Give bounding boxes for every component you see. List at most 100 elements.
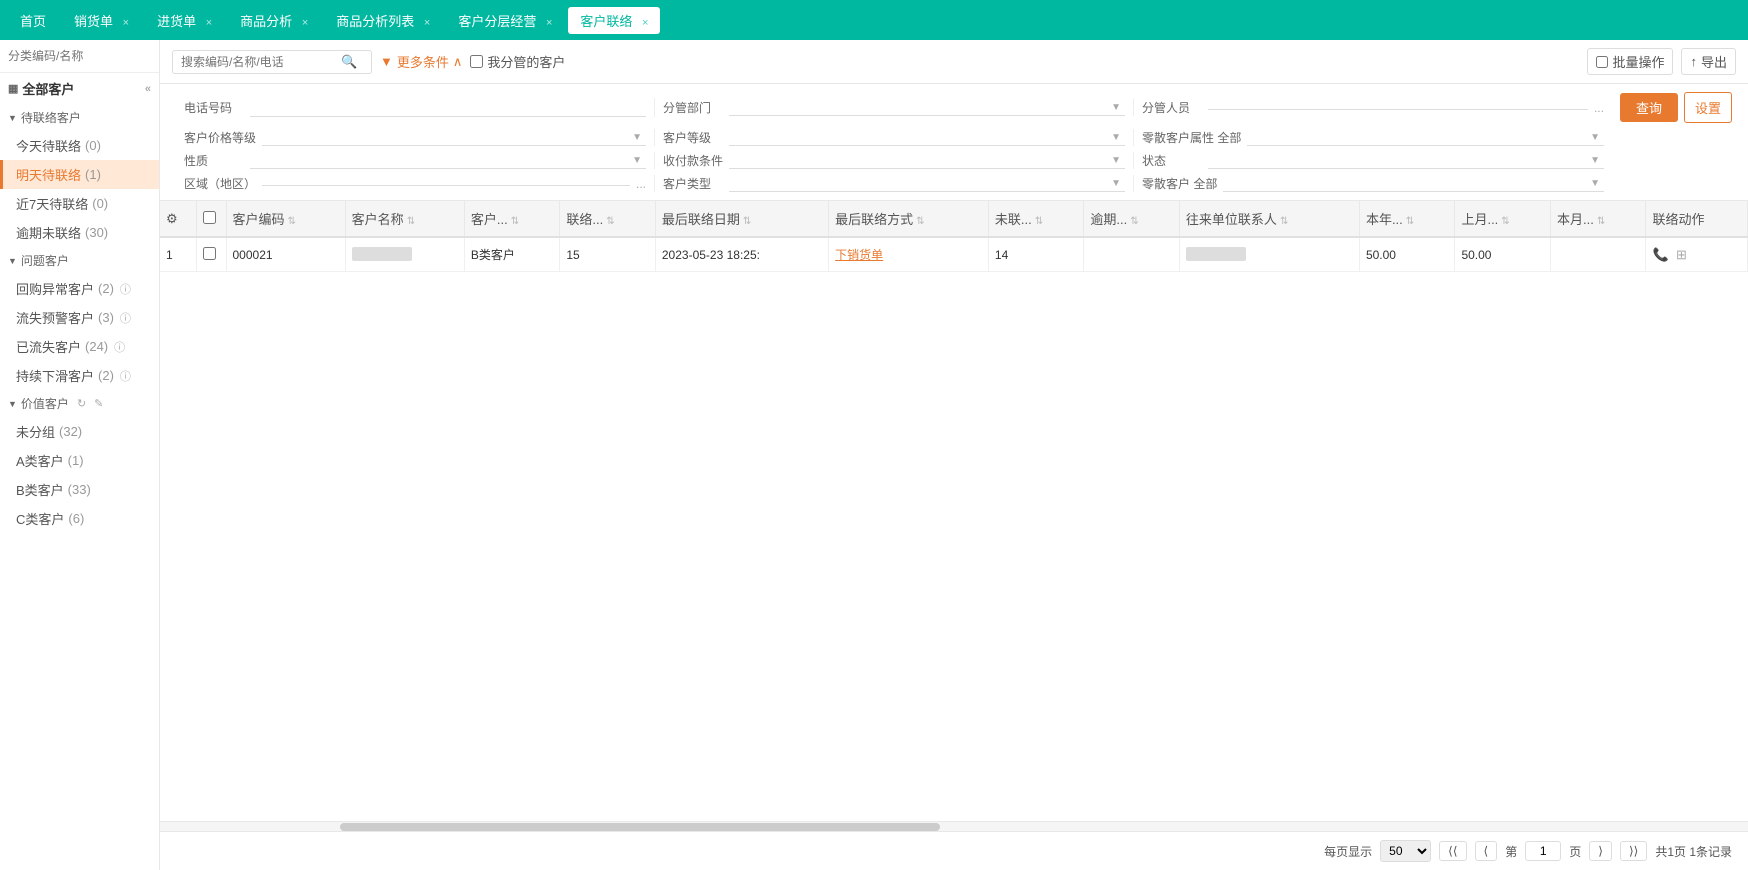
dept-dropdown[interactable]: ▼ <box>729 100 1125 116</box>
nav-purchase[interactable]: 进货单 × <box>145 7 224 34</box>
query-button[interactable]: 查询 <box>1620 93 1678 122</box>
sidebar-item-ungrouped[interactable]: 未分组(32) <box>0 417 159 446</box>
nav-customer-tier-close[interactable]: × <box>546 17 552 29</box>
nav-analysis[interactable]: 商品分析 × <box>228 7 320 34</box>
top-navigation: 首页 销货单 × 进货单 × 商品分析 × 商品分析列表 × 客户分层经营 × … <box>0 0 1748 40</box>
th-last-contact-method: 最后联络方式⇅ <box>829 201 989 237</box>
customer-table: ⚙ 客户编码⇅ 客户名称⇅ 客户...⇅ <box>160 201 1748 272</box>
filter-cell-nature: 性质 ▼ <box>176 152 655 169</box>
manager-dots[interactable]: ... <box>1594 101 1604 115</box>
last-page-button[interactable]: ⟩⟩ <box>1620 841 1647 861</box>
action-phone-icon[interactable]: 📞 <box>1652 247 1668 262</box>
sidebar-all-customers[interactable]: ▦ 全部客户 « <box>0 73 159 104</box>
horizontal-scrollbar[interactable] <box>160 821 1748 831</box>
batch-ops-button[interactable]: 批量操作 <box>1587 48 1673 75</box>
sidebar-item-week[interactable]: 近7天待联络(0) <box>0 189 159 218</box>
retail-dropdown[interactable]: ▼ <box>1223 176 1604 192</box>
first-page-button[interactable]: ⟨⟨ <box>1439 841 1466 861</box>
filter-cell-dept: 分管部门 ▼ <box>655 99 1134 116</box>
nav-customer-contact[interactable]: 客户联络 × <box>568 7 660 34</box>
sidebar-item-class-a[interactable]: A类客户(1) <box>0 446 159 475</box>
settings-gear-icon[interactable]: ⚙ <box>166 211 178 226</box>
batch-checkbox[interactable] <box>1596 56 1608 68</box>
nature-dropdown[interactable]: ▼ <box>250 153 646 169</box>
refresh-icon[interactable]: ↻ <box>77 397 86 410</box>
customer-type-dropdown[interactable]: ▼ <box>729 176 1125 192</box>
sidebar-group-pending[interactable]: 待联络客户 <box>0 104 159 131</box>
sidebar-item-lost[interactable]: 已流失客户(24) ⓘ <box>0 332 159 361</box>
info-icon3: ⓘ <box>114 339 125 355</box>
select-all-checkbox[interactable] <box>203 211 216 224</box>
scrollbar-thumb[interactable] <box>340 823 940 831</box>
sidebar-item-class-c[interactable]: C类客户(6) <box>0 504 159 533</box>
sidebar-item-loss-warning[interactable]: 流失预警客户(3) ⓘ <box>0 303 159 332</box>
th-name: 客户名称⇅ <box>345 201 464 237</box>
method-sort-icon: ⇅ <box>916 216 924 227</box>
my-customers-check[interactable] <box>470 55 483 68</box>
export-button[interactable]: ↑ 导出 <box>1681 48 1736 75</box>
search-bar-right: 批量操作 ↑ 导出 <box>1587 48 1736 75</box>
sidebar-item-class-b[interactable]: B类客户(33) <box>0 475 159 504</box>
cell-type: B类客户 <box>464 237 560 272</box>
payment-label: 收付款条件 <box>663 152 723 169</box>
status-arrow: ▼ <box>1590 155 1600 166</box>
nav-sales[interactable]: 销货单 × <box>62 7 141 34</box>
price-grade-dropdown[interactable]: ▼ <box>262 130 646 146</box>
search-button-icon[interactable]: 🔍 <box>341 54 357 70</box>
action-qr-icon[interactable]: ⊞ <box>1676 247 1687 262</box>
sidebar-group-problem[interactable]: 问题客户 <box>0 247 159 274</box>
sidebar-item-overdue[interactable]: 逾期未联络(30) <box>0 218 159 247</box>
dept-label: 分管部门 <box>663 99 723 116</box>
nav-analysis-list[interactable]: 商品分析列表 × <box>324 7 442 34</box>
retail-attr-dropdown[interactable]: ▼ <box>1247 130 1604 146</box>
companycontact-sort-icon: ⇅ <box>1280 216 1288 227</box>
price-grade-label: 客户价格等级 <box>184 129 256 146</box>
nav-purchase-close[interactable]: × <box>206 17 212 29</box>
cell-overdue <box>1084 237 1180 272</box>
sidebar-item-declining[interactable]: 持续下滑客户(2) ⓘ <box>0 361 159 390</box>
sidebar-search-input[interactable] <box>8 49 160 63</box>
sidebar-group-value[interactable]: 价值客户 ↻ ✎ <box>0 390 159 417</box>
phone-input[interactable] <box>250 98 646 117</box>
settings-button[interactable]: 设置 <box>1684 92 1732 123</box>
sidebar-item-repurchase[interactable]: 回购异常客户(2) ⓘ <box>0 274 159 303</box>
nav-analysis-close[interactable]: × <box>302 17 308 29</box>
th-this-year: 本年...⇅ <box>1359 201 1455 237</box>
status-dropdown[interactable]: ▼ <box>1208 153 1604 169</box>
filter-panel: 电话号码 分管部门 ▼ 分管人员 ... 查询 设置 <box>160 84 1748 201</box>
sidebar-item-today[interactable]: 今天待联络(0) <box>0 131 159 160</box>
overdue-sort-icon: ⇅ <box>1130 216 1138 227</box>
cell-last-contact-method[interactable]: 下销货单 <box>829 237 989 272</box>
prev-page-button[interactable]: ⟨ <box>1475 841 1498 861</box>
nav-analysis-list-close[interactable]: × <box>424 17 430 29</box>
per-page-select[interactable]: 50 100 200 <box>1380 840 1431 862</box>
th-not-contacted: 未联...⇅ <box>988 201 1084 237</box>
page-input[interactable] <box>1525 841 1561 861</box>
th-code: 客户编码⇅ <box>226 201 345 237</box>
th-last-month: 上月...⇅ <box>1455 201 1551 237</box>
th-last-contact-date: 最后联络日期⇅ <box>655 201 828 237</box>
more-conditions-button[interactable]: ▼ 更多条件 ∧ <box>380 52 462 71</box>
lastmonth-sort-icon: ⇅ <box>1501 216 1509 227</box>
filter-icon: ▼ <box>380 54 393 69</box>
manager-input <box>1208 105 1588 110</box>
nav-customer-contact-close[interactable]: × <box>642 17 648 29</box>
my-customers-checkbox[interactable]: 我分管的客户 <box>470 52 565 71</box>
region-dots[interactable]: ... <box>636 177 646 191</box>
nav-customer-tier[interactable]: 客户分层经营 × <box>446 7 564 34</box>
cell-last-contact-date: 2023-05-23 18:25: <box>655 237 828 272</box>
row-checkbox[interactable] <box>203 247 216 260</box>
payment-dropdown[interactable]: ▼ <box>729 153 1125 169</box>
edit-icon[interactable]: ✎ <box>94 397 103 410</box>
nav-sales-close[interactable]: × <box>123 17 129 29</box>
cell-checkbox <box>196 237 226 272</box>
next-page-button[interactable]: ⟩ <box>1589 841 1612 861</box>
sidebar-item-tomorrow[interactable]: 明天待联络(1) <box>0 160 159 189</box>
nav-home[interactable]: 首页 <box>8 7 58 34</box>
search-input[interactable] <box>181 55 341 69</box>
per-page-label: 每页显示 <box>1324 843 1372 860</box>
filter-cell-customer-type: 客户类型 ▼ <box>655 175 1134 192</box>
customer-grade-dropdown[interactable]: ▼ <box>729 130 1125 146</box>
phone-label: 电话号码 <box>184 99 244 116</box>
export-icon: ↑ <box>1690 54 1697 69</box>
